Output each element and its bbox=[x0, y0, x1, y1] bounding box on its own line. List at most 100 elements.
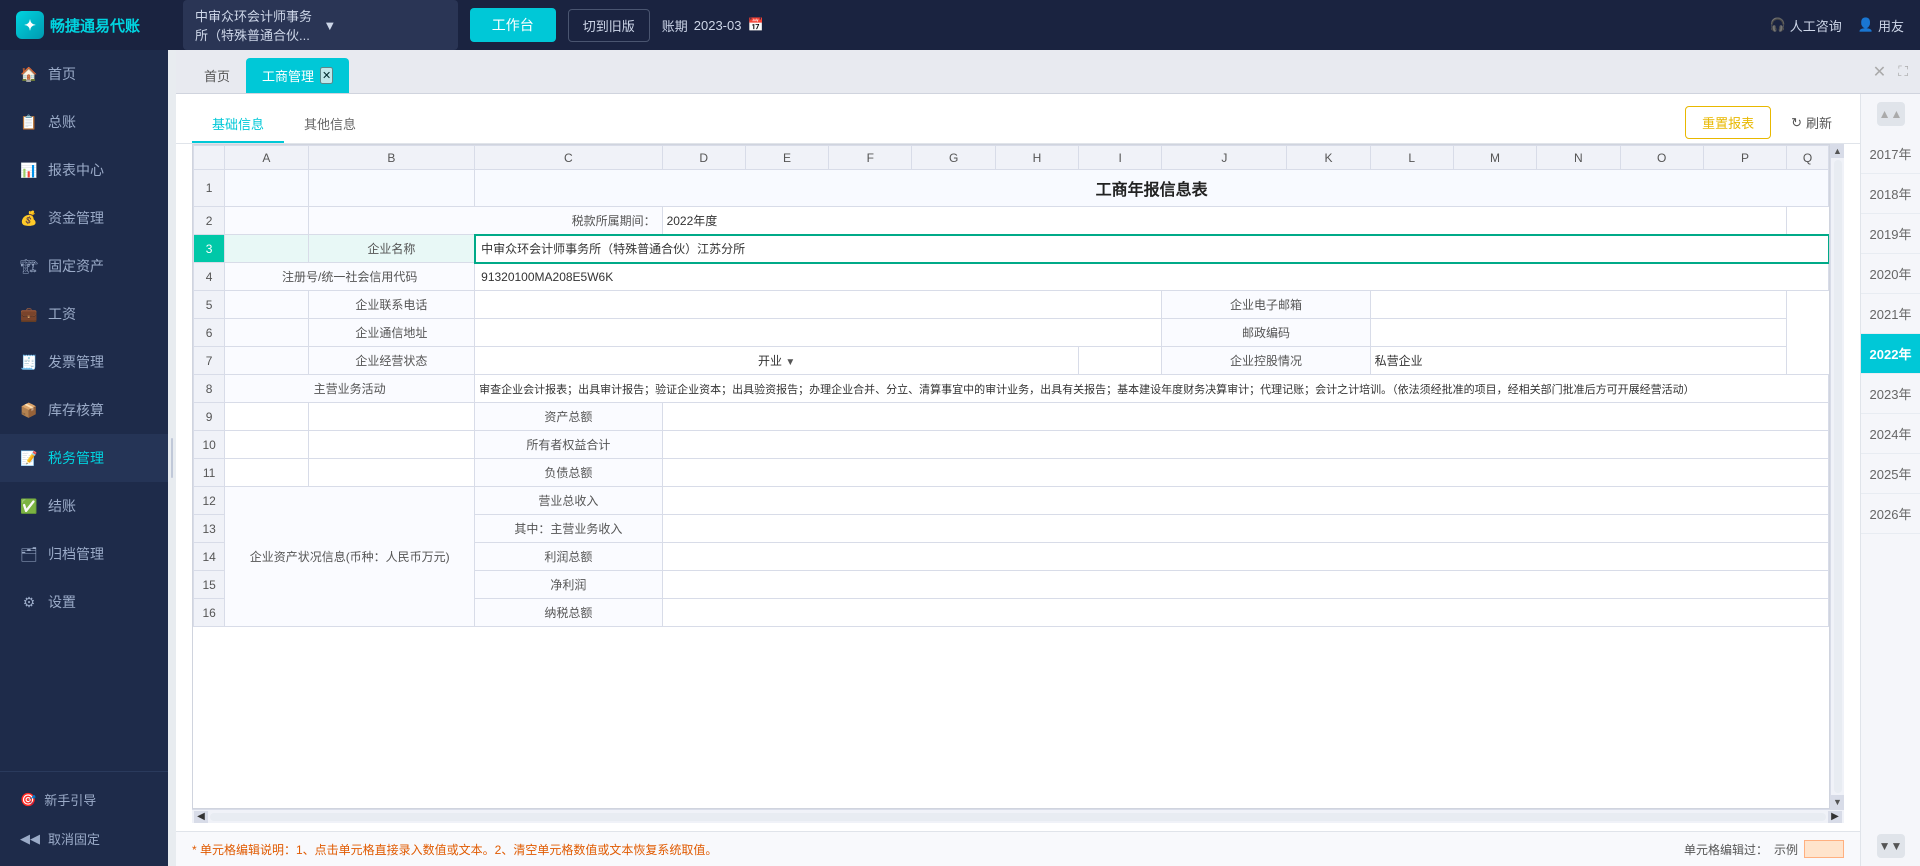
year-item-2024[interactable]: 2024年 bbox=[1861, 414, 1920, 454]
cell-8c[interactable]: 审查企业会计报表；出具审计报告；验证企业资本；出具验资报告；办理企业合并、分立、… bbox=[475, 375, 1829, 403]
cell-11c[interactable]: 负债总额 bbox=[475, 459, 662, 487]
year-item-2025[interactable]: 2025年 bbox=[1861, 454, 1920, 494]
year-item-2023[interactable]: 2023年 bbox=[1861, 374, 1920, 414]
subtab-basic[interactable]: 基础信息 bbox=[192, 106, 284, 143]
sidebar-item-settings[interactable]: ⚙ 设置 bbox=[0, 578, 168, 626]
scroll-right-button[interactable]: ▶ bbox=[1828, 811, 1842, 823]
cell-13d[interactable] bbox=[662, 515, 1828, 543]
col-header-p[interactable]: P bbox=[1703, 146, 1786, 170]
scroll-up-button[interactable]: ▲ bbox=[1831, 144, 1845, 158]
reset-report-button[interactable]: 重置报表 bbox=[1685, 106, 1771, 139]
cell-14d[interactable] bbox=[662, 543, 1828, 571]
cell-3b[interactable]: 企业名称 bbox=[308, 235, 475, 263]
sidebar-item-closing[interactable]: ✅ 结账 bbox=[0, 482, 168, 530]
cell-5a[interactable] bbox=[225, 291, 308, 319]
year-item-2017[interactable]: 2017年 bbox=[1861, 134, 1920, 174]
col-header-n[interactable]: N bbox=[1537, 146, 1620, 170]
cell-3c[interactable]: 中审众环会计师事务所（特殊普通合伙）江苏分所 bbox=[475, 235, 1829, 263]
tab-close-button[interactable]: ✕ bbox=[320, 67, 333, 84]
cell-7k[interactable]: 私营企业 bbox=[1370, 347, 1786, 375]
cell-5c[interactable] bbox=[475, 291, 1162, 319]
help-button[interactable]: 🎧 人工咨询 bbox=[1770, 16, 1842, 35]
year-scroll-down-button[interactable]: ▼▼ bbox=[1877, 834, 1905, 858]
cell-10a[interactable] bbox=[225, 431, 308, 459]
cell-3a[interactable] bbox=[225, 235, 308, 263]
col-header-q[interactable]: Q bbox=[1787, 146, 1829, 170]
window-close-button[interactable]: ✕ bbox=[1869, 62, 1890, 82]
cell-7a[interactable] bbox=[225, 347, 308, 375]
cell-12c[interactable]: 营业总收入 bbox=[475, 487, 662, 515]
sidebar-resize-handle[interactable] bbox=[168, 50, 176, 866]
cell-10c[interactable]: 所有者权益合计 bbox=[475, 431, 662, 459]
cell-6a[interactable] bbox=[225, 319, 308, 347]
cell-6k[interactable] bbox=[1370, 319, 1786, 347]
sidebar-item-ledger[interactable]: 📋 总账 bbox=[0, 98, 168, 146]
cell-4ab[interactable]: 注册号/统一社会信用代码 bbox=[225, 263, 475, 291]
cell-1a[interactable] bbox=[225, 170, 308, 207]
col-header-k[interactable]: K bbox=[1287, 146, 1370, 170]
sidebar-item-invoice[interactable]: 🧾 发票管理 bbox=[0, 338, 168, 386]
col-header-h[interactable]: H bbox=[995, 146, 1078, 170]
refresh-button[interactable]: ↻ 刷新 bbox=[1779, 107, 1844, 138]
cell-5b[interactable]: 企业联系电话 bbox=[308, 291, 475, 319]
year-item-2018[interactable]: 2018年 bbox=[1861, 174, 1920, 214]
col-header-l[interactable]: L bbox=[1370, 146, 1453, 170]
col-header-c[interactable]: C bbox=[475, 146, 662, 170]
sidebar-item-funds[interactable]: 💰 资金管理 bbox=[0, 194, 168, 242]
cell-4c[interactable]: 91320100MA208E5W6K bbox=[475, 263, 1829, 291]
cell-9d[interactable] bbox=[662, 403, 1828, 431]
sidebar-item-salary[interactable]: 💼 工资 bbox=[0, 290, 168, 338]
scroll-left-button[interactable]: ◀ bbox=[194, 811, 208, 823]
horizontal-scrollbar[interactable]: ◀ ▶ bbox=[192, 809, 1844, 823]
spreadsheet-wrapper[interactable]: A B C D E F G H I J bbox=[192, 144, 1830, 809]
cell-15c[interactable]: 净利润 bbox=[475, 571, 662, 599]
col-header-e[interactable]: E bbox=[745, 146, 828, 170]
tab-home[interactable]: 首页 bbox=[188, 58, 246, 93]
year-item-2022[interactable]: 2022年 bbox=[1861, 334, 1920, 374]
year-item-2020[interactable]: 2020年 bbox=[1861, 254, 1920, 294]
year-item-2026[interactable]: 2026年 bbox=[1861, 494, 1920, 534]
sidebar-item-home[interactable]: 🏠 首页 bbox=[0, 50, 168, 98]
sidebar-item-inventory[interactable]: 📦 库存核算 bbox=[0, 386, 168, 434]
unpin-button[interactable]: ◀◀ 取消固定 bbox=[20, 823, 148, 854]
scroll-down-button[interactable]: ▼ bbox=[1831, 795, 1845, 809]
col-header-d[interactable]: D bbox=[662, 146, 745, 170]
cell-7i[interactable] bbox=[1079, 347, 1162, 375]
cell-title[interactable]: 工商年报信息表 bbox=[475, 170, 1829, 207]
workbench-button[interactable]: 工作台 bbox=[470, 8, 556, 42]
calendar-icon[interactable]: 📅 bbox=[747, 17, 763, 33]
cell-13c[interactable]: 其中：主营业务收入 bbox=[475, 515, 662, 543]
cell-16c[interactable]: 纳税总额 bbox=[475, 599, 662, 627]
year-item-2021[interactable]: 2021年 bbox=[1861, 294, 1920, 334]
cell-14c[interactable]: 利润总额 bbox=[475, 543, 662, 571]
sidebar-item-assets[interactable]: 🏗 固定资产 bbox=[0, 242, 168, 290]
cell-8ab[interactable]: 主营业务活动 bbox=[225, 375, 475, 403]
cell-11b[interactable] bbox=[308, 459, 475, 487]
cell-9a[interactable] bbox=[225, 403, 308, 431]
col-header-i[interactable]: I bbox=[1079, 146, 1162, 170]
cell-1b[interactable] bbox=[308, 170, 475, 207]
col-header-f[interactable]: F bbox=[829, 146, 912, 170]
scroll-track[interactable] bbox=[1834, 160, 1842, 793]
cell-12ab[interactable]: 企业资产状况信息(币种：人民币万元) bbox=[225, 487, 475, 627]
cell-10d[interactable] bbox=[662, 431, 1828, 459]
oldver-button[interactable]: 切到旧版 bbox=[568, 9, 650, 42]
sidebar-item-reports[interactable]: 📊 报表中心 bbox=[0, 146, 168, 194]
user-menu[interactable]: 👤 用友 bbox=[1858, 16, 1904, 35]
tab-gongshang[interactable]: 工商管理 ✕ bbox=[246, 58, 349, 93]
cell-9b[interactable] bbox=[308, 403, 475, 431]
window-maximize-button[interactable]: ⛶ bbox=[1894, 63, 1912, 80]
cell-5k[interactable] bbox=[1370, 291, 1786, 319]
cell-15d[interactable] bbox=[662, 571, 1828, 599]
col-header-j[interactable]: J bbox=[1162, 146, 1287, 170]
cell-6b[interactable]: 企业通信地址 bbox=[308, 319, 475, 347]
col-header-g[interactable]: G bbox=[912, 146, 995, 170]
cell-7c[interactable]: 开业 ▼ bbox=[475, 347, 1079, 375]
sidebar-item-archive[interactable]: 🗂 归档管理 bbox=[0, 530, 168, 578]
cell-9c[interactable]: 资产总额 bbox=[475, 403, 662, 431]
subtab-other[interactable]: 其他信息 bbox=[284, 106, 376, 143]
vertical-scrollbar[interactable]: ▲ ▼ bbox=[1830, 144, 1844, 809]
cell-7b[interactable]: 企业经营状态 bbox=[308, 347, 475, 375]
company-selector[interactable]: 中审众环会计师事务所（特殊普通合伙... ▼ bbox=[183, 0, 458, 50]
year-scroll-up-button[interactable]: ▲▲ bbox=[1877, 102, 1905, 126]
